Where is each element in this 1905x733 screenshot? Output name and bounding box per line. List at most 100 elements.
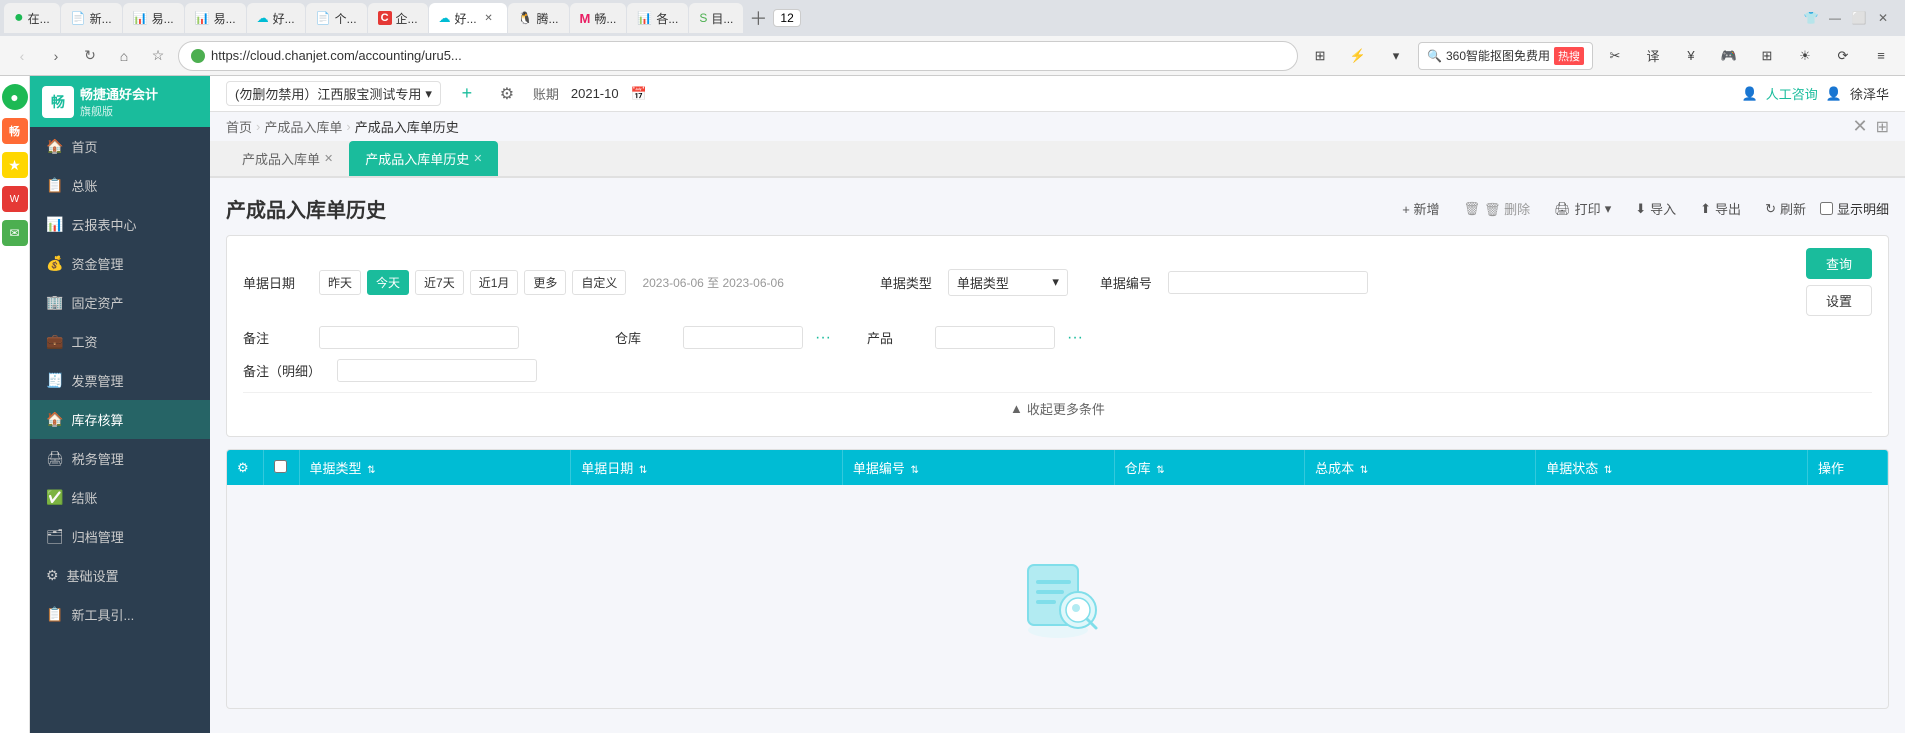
col-total-cost[interactable]: 总成本 ⇅ (1305, 450, 1536, 485)
date-btn-today[interactable]: 今天 (367, 270, 409, 295)
sidebar-item-payroll[interactable]: 💼 工资 (30, 322, 210, 361)
date-btn-yesterday[interactable]: 昨天 (319, 270, 361, 295)
sidebar-item-checkout[interactable]: ✅ 结账 (30, 478, 210, 517)
setting-button[interactable]: 设置 (1806, 285, 1872, 316)
game-icon[interactable]: 🎮 (1713, 42, 1745, 70)
sidebar-item-archive[interactable]: 🗂 归档管理 (30, 517, 210, 556)
col-warehouse[interactable]: 仓库 ⇅ (1114, 450, 1305, 485)
currency-icon[interactable]: ¥ (1675, 42, 1707, 70)
product-more-icon[interactable]: ··· (1063, 329, 1087, 347)
tab-history-close[interactable]: ✕ (473, 152, 482, 165)
bookmark-button[interactable]: ☆ (144, 42, 172, 70)
show-cols-toggle[interactable]: 显示明细 (1820, 199, 1889, 218)
type-selector[interactable]: 单据类型 ▾ (948, 269, 1068, 296)
refresh-nav-button[interactable]: ↻ (76, 42, 104, 70)
consultant-label[interactable]: 人工咨询 (1766, 84, 1818, 103)
breadcrumb-parent[interactable]: 产成品入库单 (264, 117, 342, 136)
close-button[interactable]: ✕ (1873, 8, 1893, 28)
delete-button[interactable]: 🗑 🗑 删除 (1454, 195, 1541, 222)
tab-list-close[interactable]: ✕ (324, 152, 333, 165)
sidebar-item-home[interactable]: 🏠 首页 (30, 127, 210, 166)
restore-button[interactable]: ⬜ (1849, 8, 1869, 28)
date-btn-more[interactable]: 更多 (524, 270, 566, 295)
back-button[interactable]: ‹ (8, 42, 36, 70)
show-cols-checkbox[interactable] (1820, 202, 1833, 215)
print-button[interactable]: 🖨 打印 ▾ (1544, 195, 1621, 222)
browser-tab-6[interactable]: 📄 个... (306, 3, 367, 33)
browser-tab-12[interactable]: S 目... (689, 3, 743, 33)
collapse-button[interactable]: ▲ 收起更多条件 (243, 392, 1872, 424)
panel-resize-icon[interactable]: ⊞ (1876, 117, 1889, 137)
sidebar-item-invoice[interactable]: 🧾 发票管理 (30, 361, 210, 400)
home-nav-button[interactable]: ⌂ (110, 42, 138, 70)
app-icon-mail[interactable]: ✉ (2, 220, 28, 246)
grid-icon[interactable]: ⊞ (1304, 42, 1336, 70)
refresh-button[interactable]: ↻ 刷新 (1755, 195, 1816, 222)
tab-count[interactable]: 12 (773, 9, 800, 27)
date-btn-custom[interactable]: 自定义 (572, 270, 626, 295)
dropdown-btn[interactable]: ▾ (1380, 42, 1412, 70)
scissors-icon[interactable]: ✂ (1599, 42, 1631, 70)
browser-tab-3[interactable]: 📊 易... (123, 3, 184, 33)
more-settings-icon[interactable]: ≡ (1865, 42, 1897, 70)
sidebar-item-fund-mgmt[interactable]: 💰 资金管理 (30, 244, 210, 283)
col-type[interactable]: 单据类型 ⇅ (299, 450, 571, 485)
browser-tab-5[interactable]: ☁ 好... (247, 3, 305, 33)
add-account-button[interactable]: + (453, 80, 481, 108)
minimize-button[interactable]: — (1825, 8, 1845, 28)
sidebar-item-general-ledger[interactable]: 📋 总账 (30, 166, 210, 205)
theme-icon[interactable]: ☀ (1789, 42, 1821, 70)
export-button[interactable]: ⬆ 导出 (1690, 195, 1751, 222)
forward-button[interactable]: › (42, 42, 70, 70)
sidebar-item-new-business[interactable]: 📋 新工具引... (30, 595, 210, 634)
translate-icon[interactable]: 译 (1637, 42, 1669, 70)
app-icon-star[interactable]: ★ (2, 152, 28, 178)
sidebar-item-tax[interactable]: 🖨 税务管理 (30, 439, 210, 478)
tab-close-8[interactable]: ✕ (481, 10, 497, 26)
number-filter-input[interactable] (1168, 271, 1368, 294)
sync-icon[interactable]: ⟳ (1827, 42, 1859, 70)
product-filter-input[interactable] (935, 326, 1055, 349)
query-button[interactable]: 查询 (1806, 248, 1872, 279)
col-date[interactable]: 单据日期 ⇅ (571, 450, 843, 485)
browser-tab-9[interactable]: 🐧 腾... (508, 3, 569, 33)
sidebar-item-fixed-assets[interactable]: 🏢 固定资产 (30, 283, 210, 322)
browser-tab-7[interactable]: C 企... (368, 3, 428, 33)
tab-list[interactable]: 产成品入库单 ✕ (226, 141, 349, 176)
col-checkbox[interactable] (263, 450, 299, 485)
detail-note-input[interactable] (337, 359, 537, 382)
sidebar-item-report-center[interactable]: 📊 云报表中心 (30, 205, 210, 244)
browser-tab-4[interactable]: 📊 易... (185, 3, 246, 33)
sidebar-item-basic-settings[interactable]: ⚙ 基础设置 (30, 556, 210, 595)
note-filter-input[interactable] (319, 326, 519, 349)
sidebar-item-inventory[interactable]: 🏠 库存核算 (30, 400, 210, 439)
warehouse-filter-input[interactable] (683, 326, 803, 349)
layout-icon[interactable]: ⊞ (1751, 42, 1783, 70)
date-btn-7days[interactable]: 近7天 (415, 270, 464, 295)
breadcrumb-home[interactable]: 首页 (226, 117, 252, 136)
url-bar[interactable]: https://cloud.chanjet.com/accounting/uru… (178, 41, 1298, 71)
import-button[interactable]: ⬇ 导入 (1625, 195, 1686, 222)
browser-tab-1[interactable]: ● 在... (4, 3, 60, 33)
browser-tab-2[interactable]: 📄 新... (61, 3, 122, 33)
select-all-checkbox[interactable] (274, 460, 287, 473)
account-selector[interactable]: (勿删勿禁用）江西服宝测试专用 ▾ (226, 81, 441, 106)
date-btn-1month[interactable]: 近1月 (470, 270, 519, 295)
col-gear[interactable]: ⚙ (227, 450, 263, 485)
close-panel-button[interactable]: ✕ (1853, 116, 1868, 137)
browser-tab-11[interactable]: 📊 各... (627, 3, 688, 33)
search-360[interactable]: 🔍 360智能抠图免费用 热搜 (1418, 42, 1593, 70)
lightning-icon[interactable]: ⚡ (1342, 42, 1374, 70)
account-settings-button[interactable]: ⚙ (493, 80, 521, 108)
col-status[interactable]: 单据状态 ⇅ (1536, 450, 1808, 485)
warehouse-more-icon[interactable]: ··· (811, 329, 835, 347)
add-button[interactable]: + 新增 (1392, 195, 1449, 222)
col-number[interactable]: 单据编号 ⇅ (842, 450, 1114, 485)
tab-history[interactable]: 产成品入库单历史 ✕ (349, 141, 498, 176)
app-icon-weibo[interactable]: W (2, 186, 28, 212)
browser-tab-10[interactable]: M 畅... (570, 3, 627, 33)
app-icon-green[interactable]: ● (2, 84, 28, 110)
browser-tab-8[interactable]: ☁ 好... ✕ (429, 3, 507, 33)
new-tab-button[interactable]: ＋ (744, 4, 772, 32)
app-icon-1[interactable]: 畅 (2, 118, 28, 144)
